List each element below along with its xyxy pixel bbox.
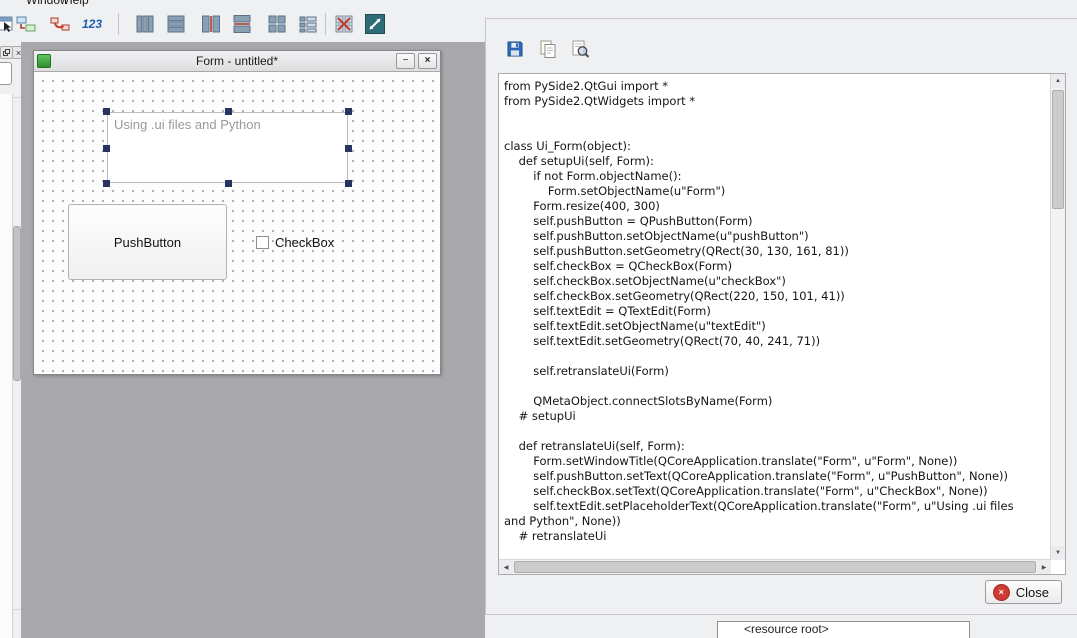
- main-toolbar: 123: [0, 8, 485, 42]
- close-x-icon: ×: [993, 584, 1010, 601]
- scrollbar-thumb[interactable]: [13, 226, 21, 381]
- scroll-left-icon[interactable]: ◀: [499, 560, 513, 574]
- bottom-strip: <resource root>: [485, 615, 1077, 638]
- widget-box-dock: ×: [0, 42, 22, 638]
- textedit-widget[interactable]: Using .ui files and Python: [107, 112, 348, 183]
- layout-vertical-icon[interactable]: [162, 10, 190, 38]
- selection-handle[interactable]: [345, 108, 352, 115]
- code-line: self.pushButton.setText(QCoreApplication…: [504, 469, 1051, 484]
- code-line: self.checkBox = QCheckBox(Form): [504, 259, 1051, 274]
- selection-handle[interactable]: [103, 108, 110, 115]
- form-titlebar[interactable]: Form - untitled* − ×: [34, 51, 440, 72]
- code-line: [504, 109, 1051, 124]
- form-window-title: Form - untitled*: [34, 54, 440, 68]
- scroll-down-icon[interactable]: ▼: [1051, 546, 1065, 560]
- checkbox-label: CheckBox: [275, 235, 334, 250]
- code-line: self.pushButton.setGeometry(QRect(30, 13…: [504, 244, 1051, 259]
- resource-tree[interactable]: <resource root>: [717, 621, 970, 638]
- code-line: Form.setObjectName(u"Form"): [504, 184, 1051, 199]
- close-button-label: Close: [1016, 585, 1049, 600]
- mdi-area: Form - untitled* − × Using .ui files and…: [21, 42, 485, 638]
- checkbox-indicator[interactable]: [256, 236, 269, 249]
- edit-signals-slots-icon[interactable]: [12, 10, 40, 38]
- pushbutton-widget[interactable]: PushButton: [68, 204, 227, 280]
- scroll-up-icon[interactable]: ▲: [1051, 74, 1065, 88]
- code-line: Form.setWindowTitle(QCoreApplication.tra…: [504, 454, 1051, 469]
- toolbar-separator: [118, 13, 119, 35]
- menubar: Window Help: [0, 0, 1077, 8]
- edit-buddies-icon[interactable]: [46, 10, 74, 38]
- close-button[interactable]: × Close: [985, 580, 1062, 604]
- code-line: # retranslateUi: [504, 529, 1051, 544]
- layout-form-icon[interactable]: [294, 10, 322, 38]
- designer-form-window: Form - untitled* − × Using .ui files and…: [33, 50, 441, 375]
- scrollbar-thumb[interactable]: [514, 561, 1036, 573]
- code-line: and Python", None)): [504, 514, 1051, 529]
- selection-handle[interactable]: [345, 180, 352, 187]
- layout-grid-icon[interactable]: [263, 10, 291, 38]
- scroll-right-icon[interactable]: ▶: [1037, 560, 1051, 574]
- code-line: self.textEdit = QTextEdit(Form): [504, 304, 1051, 319]
- checkbox-widget[interactable]: CheckBox: [256, 234, 334, 251]
- save-icon[interactable]: [503, 37, 527, 61]
- resource-root-item[interactable]: <resource root>: [718, 622, 969, 637]
- code-line: self.textEdit.setObjectName(u"textEdit"): [504, 319, 1051, 334]
- code-line: self.pushButton.setObjectName(u"pushButt…: [504, 229, 1051, 244]
- code-line: self.textEdit.setGeometry(QRect(70, 40, …: [504, 334, 1051, 349]
- code-line: class Ui_Form(object):: [504, 139, 1051, 154]
- form-window-icon: [37, 54, 51, 68]
- break-layout-icon[interactable]: [330, 10, 358, 38]
- code-text[interactable]: from PySide2.QtGui import *from PySide2.…: [499, 74, 1051, 560]
- code-line: self.textEdit.setPlaceholderText(QCoreAp…: [504, 499, 1051, 514]
- code-line: [504, 349, 1051, 364]
- code-line: [504, 379, 1051, 394]
- code-line: def retranslateUi(self, Form):: [504, 439, 1051, 454]
- form-minimize-button[interactable]: −: [396, 53, 415, 69]
- layout-splitter-horizontal-icon[interactable]: [197, 10, 225, 38]
- selection-handle[interactable]: [345, 145, 352, 152]
- code-line: [504, 424, 1051, 439]
- menu-window[interactable]: Window: [26, 0, 69, 7]
- tab-order-icon[interactable]: 123: [78, 10, 106, 38]
- find-icon[interactable]: [568, 37, 592, 61]
- code-line: self.retranslateUi(Form): [504, 364, 1051, 379]
- selection-handle[interactable]: [225, 180, 232, 187]
- code-line: # setupUi: [504, 409, 1051, 424]
- code-line: Form.resize(400, 300): [504, 199, 1051, 214]
- code-line: QMetaObject.connectSlotsByName(Form): [504, 394, 1051, 409]
- code-line: self.checkBox.setGeometry(QRect(220, 150…: [504, 289, 1051, 304]
- code-line: self.checkBox.setText(QCoreApplication.t…: [504, 484, 1051, 499]
- selection-handle[interactable]: [225, 108, 232, 115]
- code-line: from PySide2.QtWidgets import *: [504, 94, 1051, 109]
- layout-splitter-vertical-icon[interactable]: [228, 10, 256, 38]
- code-preview-dialog: from PySide2.QtGui import *from PySide2.…: [485, 18, 1077, 615]
- code-line: self.pushButton = QPushButton(Form): [504, 214, 1051, 229]
- widget-filter-input[interactable]: [0, 62, 12, 85]
- code-line: if not Form.objectName():: [504, 169, 1051, 184]
- menu-help[interactable]: Help: [64, 0, 89, 7]
- adjust-size-icon[interactable]: [361, 10, 389, 38]
- code-line: [504, 124, 1051, 139]
- scrollbar-thumb[interactable]: [1052, 90, 1064, 209]
- code-horizontal-scrollbar[interactable]: ◀ ▶: [499, 559, 1051, 574]
- tab-order-label: 123: [82, 17, 102, 31]
- code-line: self.checkBox.setObjectName(u"checkBox"): [504, 274, 1051, 289]
- copy-icon[interactable]: [536, 37, 560, 61]
- code-vertical-scrollbar[interactable]: ▲ ▼: [1050, 74, 1065, 560]
- form-canvas[interactable]: Using .ui files and Python PushButton Ch…: [34, 72, 440, 374]
- selection-handle[interactable]: [103, 180, 110, 187]
- layout-horizontal-icon[interactable]: [131, 10, 159, 38]
- selected-textedit-widget[interactable]: Using .ui files and Python: [107, 112, 348, 183]
- code-line: from PySide2.QtGui import *: [504, 79, 1051, 94]
- toolbar-separator: [325, 13, 326, 35]
- code-view[interactable]: from PySide2.QtGui import *from PySide2.…: [498, 73, 1066, 575]
- selection-handle[interactable]: [103, 145, 110, 152]
- code-line: def setupUi(self, Form):: [504, 154, 1051, 169]
- form-close-button[interactable]: ×: [418, 53, 437, 69]
